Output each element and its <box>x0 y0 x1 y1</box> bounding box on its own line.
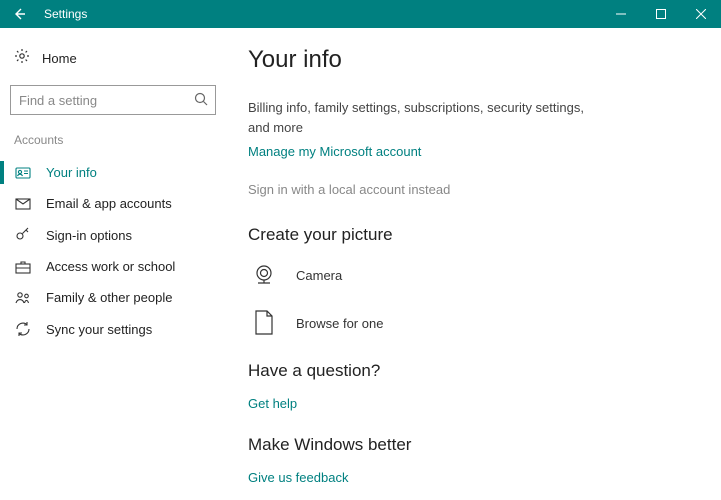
people-icon <box>14 291 32 305</box>
arrow-left-icon <box>11 6 27 22</box>
file-icon <box>248 307 280 339</box>
close-button[interactable] <box>681 0 721 28</box>
local-account-link[interactable]: Sign in with a local account instead <box>248 182 450 197</box>
billing-description: Billing info, family settings, subscript… <box>248 98 588 137</box>
briefcase-icon <box>14 260 32 274</box>
sidebar-item-your-info[interactable]: Your info <box>10 157 228 188</box>
camera-option[interactable]: Camera <box>248 259 691 291</box>
get-help-link[interactable]: Get help <box>248 396 297 411</box>
sidebar-item-label: Sign-in options <box>46 228 132 243</box>
sidebar-item-label: Sync your settings <box>46 322 152 337</box>
sidebar-item-email[interactable]: Email & app accounts <box>10 188 228 219</box>
page-title: Your info <box>248 46 691 74</box>
id-card-icon <box>14 167 32 179</box>
maximize-button[interactable] <box>641 0 681 28</box>
better-heading: Make Windows better <box>248 435 691 455</box>
close-icon <box>696 9 706 19</box>
envelope-icon <box>14 198 32 210</box>
sidebar-item-label: Your info <box>46 165 97 180</box>
sidebar-item-label: Email & app accounts <box>46 196 172 211</box>
home-button[interactable]: Home <box>10 42 228 75</box>
sidebar-item-work[interactable]: Access work or school <box>10 251 228 282</box>
minimize-button[interactable] <box>601 0 641 28</box>
camera-icon <box>248 259 280 291</box>
back-button[interactable] <box>0 0 38 28</box>
browse-label: Browse for one <box>296 316 383 331</box>
picture-heading: Create your picture <box>248 225 691 245</box>
key-icon <box>14 227 32 243</box>
window-controls <box>601 0 721 28</box>
minimize-icon <box>616 9 626 19</box>
sidebar-item-sync[interactable]: Sync your settings <box>10 313 228 345</box>
gear-icon <box>14 48 30 69</box>
search-input[interactable] <box>10 85 216 115</box>
sidebar-section-label: Accounts <box>14 133 228 147</box>
feedback-link[interactable]: Give us feedback <box>248 470 348 485</box>
sidebar: Home Accounts Your info Email & app acco… <box>0 28 228 500</box>
manage-account-link[interactable]: Manage my Microsoft account <box>248 144 421 159</box>
sidebar-item-label: Family & other people <box>46 290 172 305</box>
search-box <box>10 85 216 115</box>
window-title: Settings <box>44 7 87 21</box>
titlebar: Settings <box>0 0 721 28</box>
question-heading: Have a question? <box>248 361 691 381</box>
sidebar-item-family[interactable]: Family & other people <box>10 282 228 313</box>
camera-label: Camera <box>296 268 342 283</box>
home-label: Home <box>42 51 77 66</box>
sidebar-item-label: Access work or school <box>46 259 175 274</box>
main-panel: Your info Billing info, family settings,… <box>228 28 721 500</box>
sync-icon <box>14 321 32 337</box>
browse-option[interactable]: Browse for one <box>248 307 691 339</box>
sidebar-item-signin[interactable]: Sign-in options <box>10 219 228 251</box>
maximize-icon <box>656 9 666 19</box>
